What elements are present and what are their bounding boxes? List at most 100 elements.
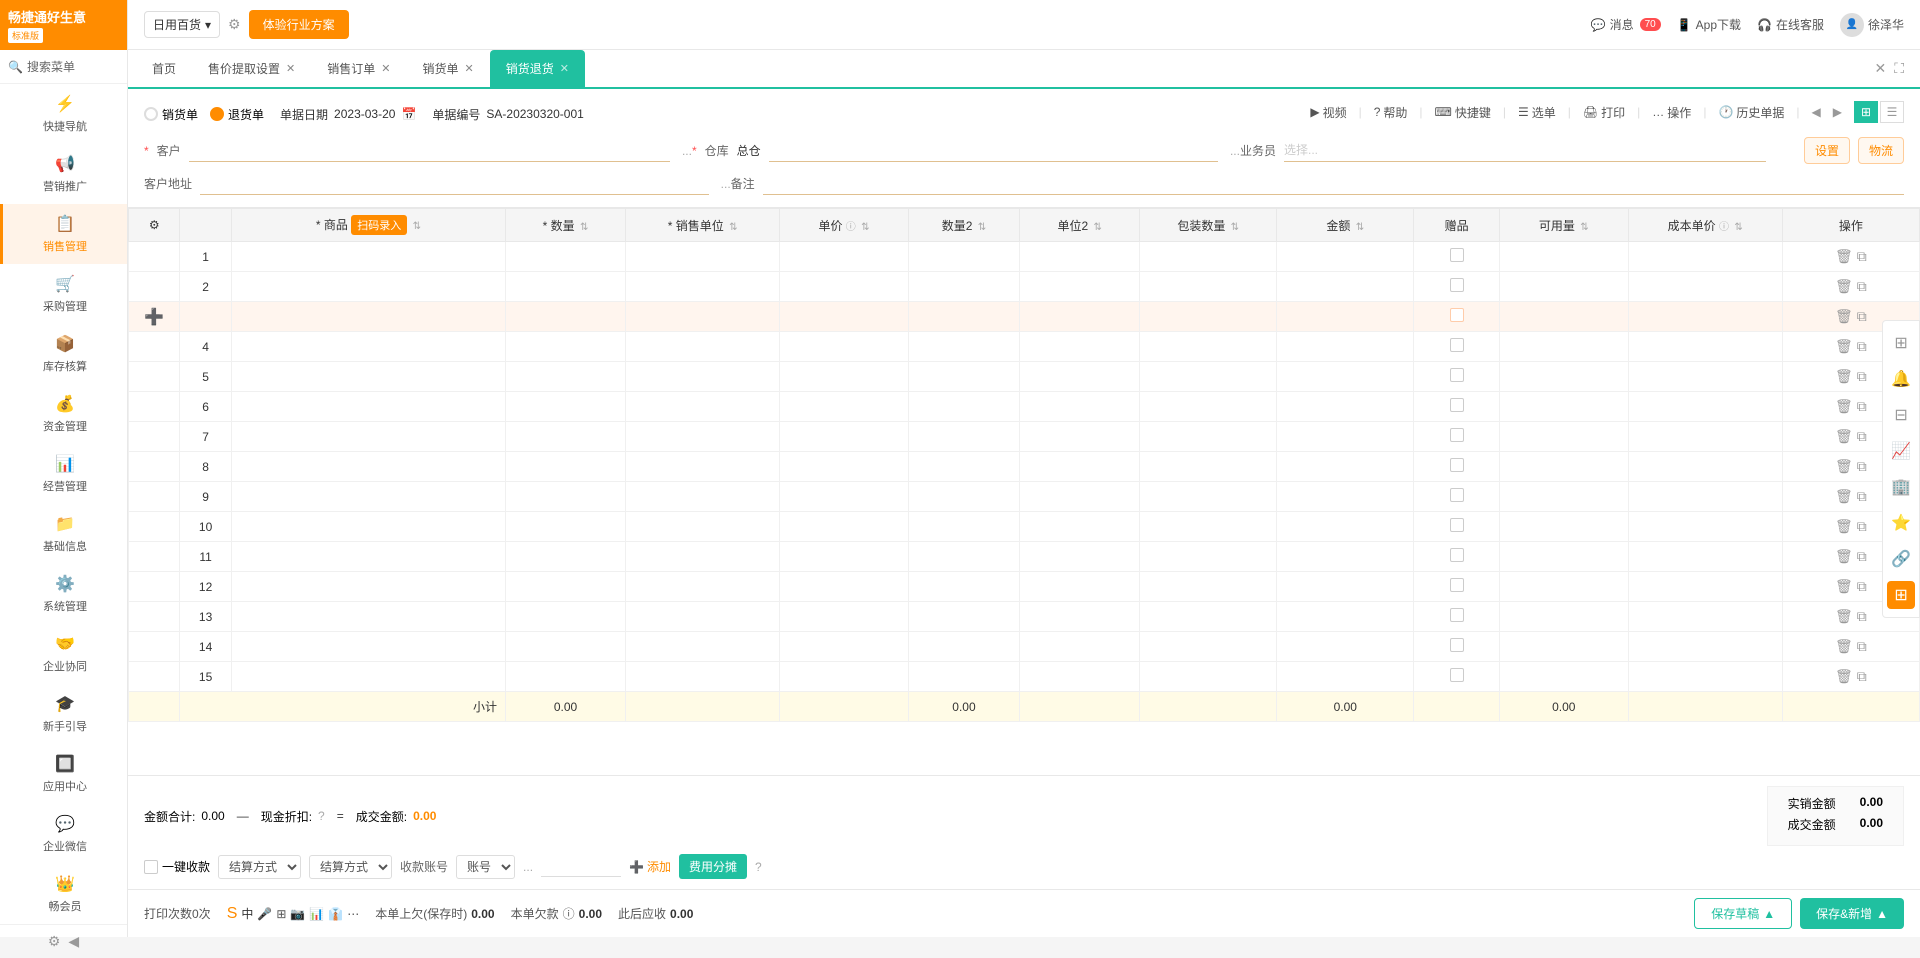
rt-building-icon[interactable]: 🏢 — [1887, 473, 1915, 501]
rt-orange-btn[interactable]: ⊞ — [1887, 581, 1915, 609]
tab-expand-icon[interactable]: ⛶ — [1894, 60, 1904, 77]
table-icon[interactable]: 📊 — [309, 907, 324, 921]
sort-icon[interactable]: ⇅ — [1734, 222, 1742, 233]
tab-close-icon[interactable]: ✕ — [465, 62, 474, 75]
gift-checkbox[interactable] — [1450, 578, 1464, 592]
sidebar-item-app-center[interactable]: 🔲 应用中心 — [0, 744, 127, 804]
add-row-cell[interactable]: ➕ — [129, 302, 180, 332]
gift-cell[interactable] — [1414, 302, 1500, 332]
sort-icon[interactable]: ⇅ — [729, 222, 737, 233]
add-row-icon[interactable]: ➕ — [144, 309, 164, 326]
delete-row-icon[interactable]: 🗑 — [1835, 668, 1853, 685]
qty-cell[interactable] — [506, 272, 626, 302]
calendar-icon[interactable]: 📅 — [401, 107, 416, 121]
tab-close-all-icon[interactable]: ✕ — [1874, 60, 1886, 77]
available-cell[interactable] — [1500, 302, 1629, 332]
sort-icon[interactable]: ⇅ — [1580, 222, 1588, 233]
delete-row-icon[interactable]: 🗑 — [1835, 578, 1853, 595]
toolbar-video[interactable]: ▶ 视频 — [1310, 104, 1346, 121]
user-menu[interactable]: 👤 徐泽华 — [1840, 13, 1904, 37]
copy-row-icon[interactable]: ⧉ — [1857, 398, 1867, 415]
onetime-payment-checkbox[interactable]: 一键收款 — [144, 858, 210, 875]
product-cell[interactable] — [231, 302, 505, 332]
amount-input[interactable] — [541, 856, 621, 877]
sidebar-collapse-icon[interactable]: ◀ — [68, 933, 79, 950]
product-cell[interactable] — [231, 272, 505, 302]
delete-row-icon[interactable]: 🗑 — [1835, 518, 1853, 535]
docnum-value[interactable]: SA-20230320-001 — [486, 107, 583, 121]
sidebar-item-purchase[interactable]: 🛒 采购管理 — [0, 264, 127, 324]
toolbar-print[interactable]: 🖨 打印 — [1583, 104, 1625, 121]
pack-cell[interactable] — [1140, 242, 1277, 272]
sort-icon[interactable]: ⇅ — [1356, 222, 1364, 233]
copy-row-icon[interactable]: ⧉ — [1857, 458, 1867, 475]
qty2-cell[interactable] — [908, 302, 1019, 332]
copy-row-icon[interactable]: ⧉ — [1857, 518, 1867, 535]
cost-cell[interactable] — [1628, 272, 1782, 302]
qty2-cell[interactable] — [908, 242, 1019, 272]
copy-row-icon[interactable]: ⧉ — [1857, 548, 1867, 565]
addr-input[interactable] — [200, 172, 709, 195]
gift-checkbox[interactable] — [1450, 638, 1464, 652]
col-header-gear[interactable]: ⚙ — [129, 209, 180, 242]
toolbar-help[interactable]: ? 帮助 — [1374, 104, 1408, 121]
fee-help-icon[interactable]: ? — [755, 860, 762, 874]
copy-row-icon[interactable]: ⧉ — [1857, 638, 1867, 655]
more-icon[interactable]: ⋯ — [347, 907, 359, 921]
toolbar-ops[interactable]: … 操作 — [1652, 104, 1691, 121]
copy-row-icon[interactable]: ⧉ — [1857, 578, 1867, 595]
available-cell[interactable] — [1500, 242, 1629, 272]
addr-dots[interactable]: ... — [721, 177, 731, 191]
delete-row-icon[interactable]: 🗑 — [1835, 338, 1853, 355]
tab-sales-bill[interactable]: 销货单 ✕ — [406, 50, 489, 87]
delete-row-icon[interactable]: 🗑 — [1835, 488, 1853, 505]
rt-grid-icon[interactable]: ⊞ — [1887, 329, 1915, 357]
tab-sales-order[interactable]: 销售订单 ✕ — [311, 50, 406, 87]
unit2-cell[interactable] — [1020, 272, 1140, 302]
copy-row-icon[interactable]: ⧉ — [1857, 668, 1867, 685]
delete-row-icon[interactable]: 🗑 — [1835, 428, 1853, 445]
gift-checkbox[interactable] — [1450, 368, 1464, 382]
delete-row-icon[interactable]: 🗑 — [1835, 368, 1853, 385]
sidebar-item-inventory[interactable]: 📦 库存核算 — [0, 324, 127, 384]
gift-checkbox[interactable] — [1450, 308, 1464, 322]
rt-link-icon[interactable]: 🔗 — [1887, 545, 1915, 573]
pack-cell[interactable] — [1140, 302, 1277, 332]
scan-icon[interactable]: ⊞ — [276, 907, 286, 921]
delete-row-icon[interactable]: 🗑 — [1835, 308, 1853, 325]
delete-row-icon[interactable]: 🗑 — [1835, 398, 1853, 415]
sidebar-item-marketing[interactable]: 📢 营销推广 — [0, 144, 127, 204]
onetime-checkbox[interactable] — [144, 860, 158, 874]
price-cell[interactable] — [780, 272, 909, 302]
sort-icon[interactable]: ⇅ — [978, 222, 986, 233]
warehouse-dots[interactable]: ... — [1230, 144, 1240, 158]
sidebar-item-finance[interactable]: 💰 资金管理 — [0, 384, 127, 444]
sidebar-item-wechat[interactable]: 💬 企业微信 — [0, 804, 127, 864]
gift-checkbox[interactable] — [1450, 608, 1464, 622]
qty-cell[interactable] — [506, 302, 626, 332]
delete-row-icon[interactable]: 🗑 — [1835, 638, 1853, 655]
tab-close-icon[interactable]: ✕ — [560, 62, 569, 75]
unit2-cell[interactable] — [1020, 242, 1140, 272]
copy-row-icon[interactable]: ⧉ — [1857, 488, 1867, 505]
pack-cell[interactable] — [1140, 272, 1277, 302]
gift-checkbox[interactable] — [1450, 278, 1464, 292]
copy-row-icon[interactable]: ⧉ — [1857, 608, 1867, 625]
sidebar-settings-icon[interactable]: ⚙ — [48, 933, 61, 950]
unit-cell[interactable] — [626, 272, 780, 302]
gift-checkbox[interactable] — [1450, 518, 1464, 532]
notification-button[interactable]: 💬 消息 70 — [1591, 16, 1661, 33]
tab-sales-return[interactable]: 销货退货 ✕ — [490, 50, 585, 87]
available-cell[interactable] — [1500, 272, 1629, 302]
copy-row-icon[interactable]: ⧉ — [1857, 278, 1867, 295]
tab-close-icon[interactable]: ✕ — [381, 62, 390, 75]
gift-checkbox[interactable] — [1450, 248, 1464, 262]
voice-icon[interactable]: 🎤 — [257, 907, 272, 921]
scan-input-btn[interactable]: 扫码录入 — [351, 215, 407, 235]
next-icon[interactable]: ▶ — [1833, 105, 1842, 119]
toolbar-select[interactable]: ☰ 选单 — [1518, 104, 1556, 121]
calc-method-select2[interactable]: 结算方式 — [309, 855, 392, 879]
sort-icon[interactable]: ⇅ — [1093, 222, 1101, 233]
account-select[interactable]: 账号 — [456, 855, 515, 879]
fee-split-btn[interactable]: 费用分摊 — [679, 854, 747, 879]
